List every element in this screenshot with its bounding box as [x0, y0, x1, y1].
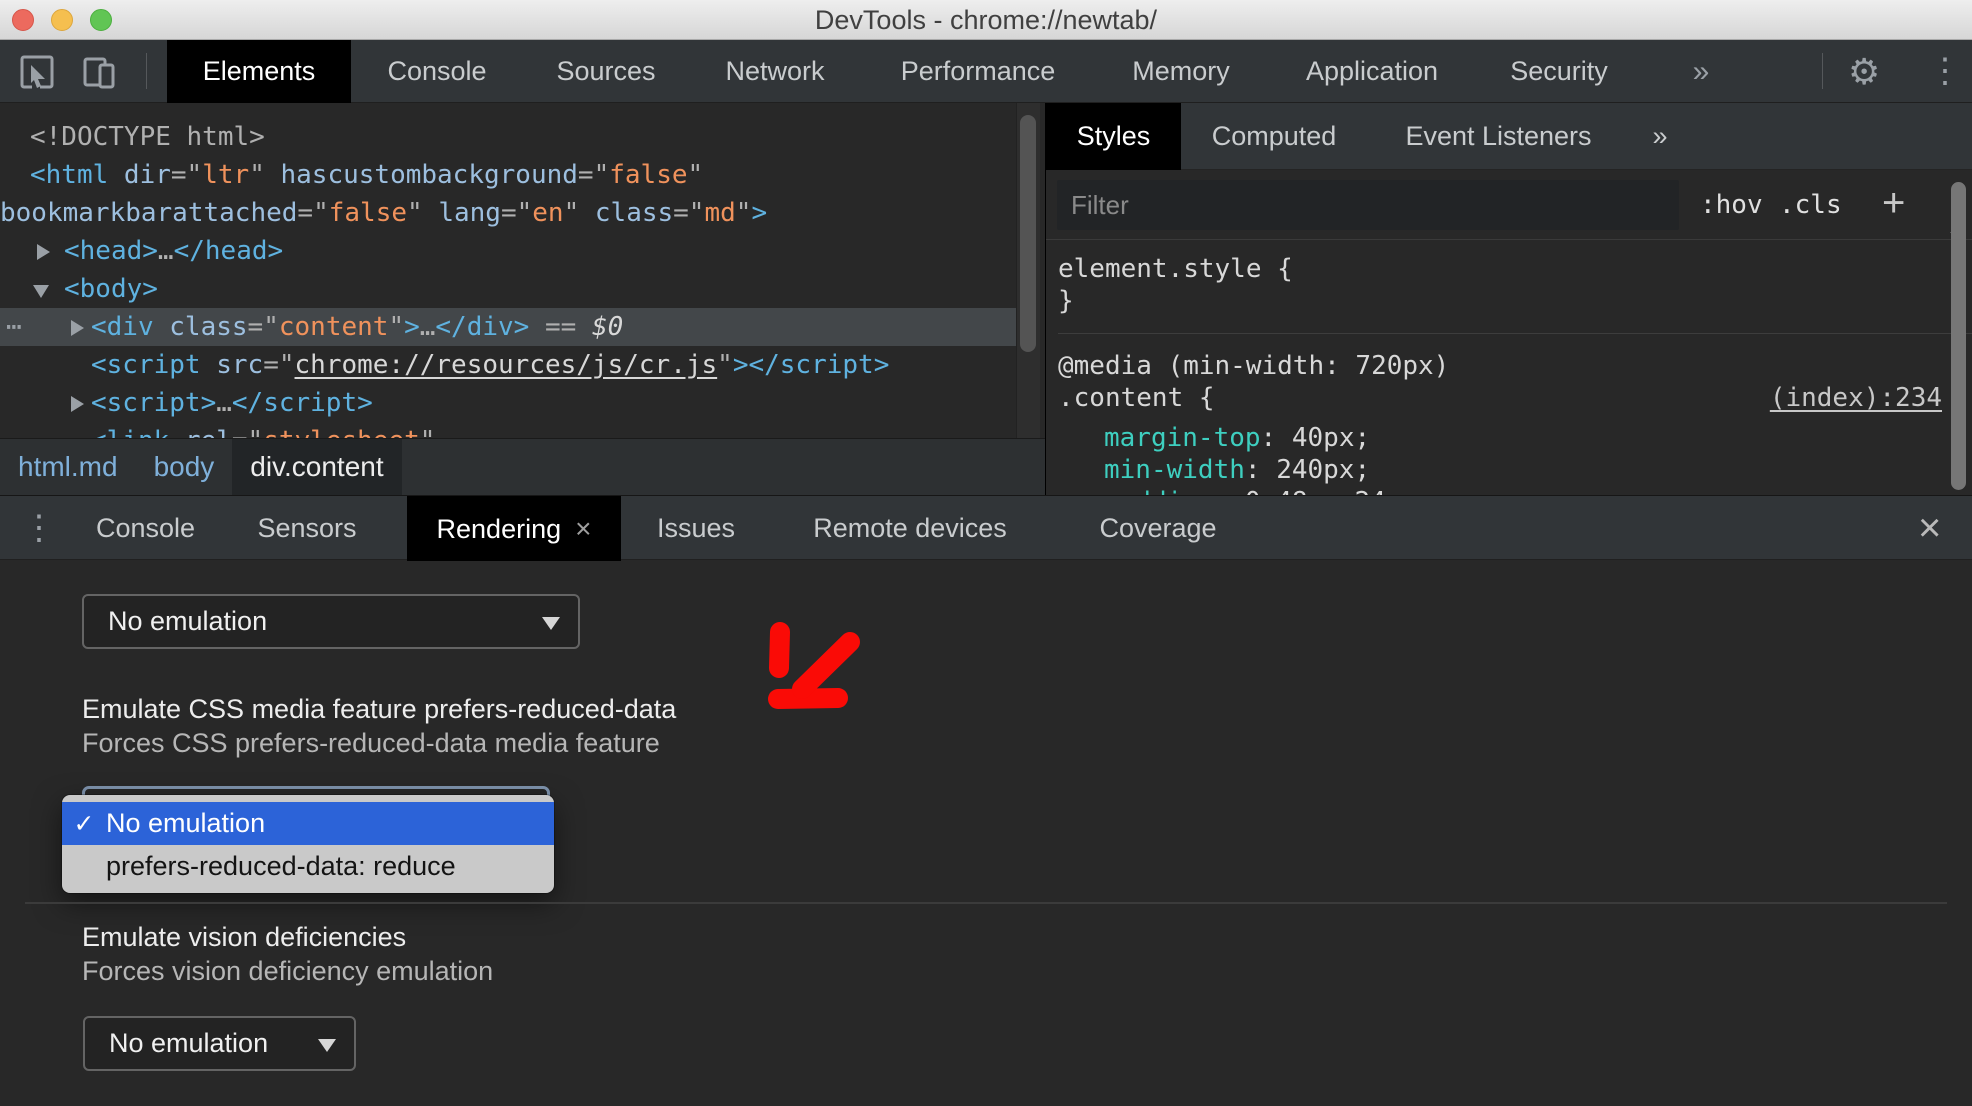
breadcrumb-html[interactable]: html.md — [0, 439, 136, 495]
vision-deficiencies-subtitle: Forces vision deficiency emulation — [82, 956, 494, 986]
tab-computed[interactable]: Computed — [1181, 103, 1367, 170]
tab-application[interactable]: Application — [1267, 40, 1477, 103]
native-select-popup: ✓ No emulation ✓ prefers-reduced-data: r… — [62, 795, 554, 893]
vision-deficiencies-title: Emulate vision deficiencies — [82, 922, 407, 952]
drawer-tab-coverage[interactable]: Coverage — [1062, 496, 1254, 561]
rule-element-style-open[interactable]: element.style { — [1058, 253, 1972, 285]
collapse-arrow-icon[interactable] — [33, 285, 49, 298]
breadcrumb: html.md body div.content — [0, 438, 1045, 495]
dom-tree: <!DOCTYPE html> <html dir="ltr" hascusto… — [0, 103, 1016, 438]
tab-sources[interactable]: Sources — [523, 40, 689, 103]
styles-filter-input[interactable] — [1057, 180, 1679, 230]
tab-performance[interactable]: Performance — [861, 40, 1095, 103]
drawer-tab-console[interactable]: Console — [63, 496, 228, 561]
tab-elements[interactable]: Elements — [167, 40, 351, 103]
expand-arrow-icon[interactable] — [71, 320, 84, 336]
elements-scrollbar-thumb[interactable] — [1020, 115, 1036, 352]
drawer-menu-kebab-icon[interactable]: ⋮ — [22, 496, 56, 561]
toolbar-separator — [1822, 53, 1823, 89]
window-titlebar: DevTools - chrome://newtab/ — [0, 0, 1972, 40]
popup-option-prefers-reduced-data-reduce[interactable]: ✓ prefers-reduced-data: reduce — [62, 845, 554, 888]
settings-gear-icon[interactable]: ⚙ — [1848, 48, 1880, 96]
elements-tree-panel: <!DOCTYPE html> <html dir="ltr" hascusto… — [0, 103, 1045, 438]
popup-option-no-emulation[interactable]: ✓ No emulation — [62, 802, 554, 845]
breadcrumb-div-content[interactable]: div.content — [232, 439, 402, 495]
checkmark-icon: ✓ — [73, 809, 95, 838]
hover-state-toggle[interactable]: :hov — [1700, 170, 1763, 240]
breadcrumb-body[interactable]: body — [136, 439, 233, 495]
rule-divider — [1058, 333, 1972, 334]
tab-event-listeners[interactable]: Event Listeners — [1367, 103, 1630, 170]
new-style-rule-button[interactable]: + — [1882, 170, 1905, 236]
dom-row-script[interactable]: <script>…</script> — [0, 384, 1016, 422]
tab-memory[interactable]: Memory — [1095, 40, 1267, 103]
tab-console[interactable]: Console — [351, 40, 523, 103]
dom-row-script-src[interactable]: <script src="chrome://resources/js/cr.js… — [0, 346, 1016, 384]
styles-scrollbar-thumb[interactable] — [1951, 182, 1966, 490]
dropdown-caret-icon — [542, 616, 560, 630]
css-property-min-width[interactable]: min-width: 240px; — [1104, 454, 1972, 486]
section-separator — [25, 902, 1947, 904]
dom-row-doctype[interactable]: <!DOCTYPE html> — [0, 118, 1016, 156]
window-title: DevTools - chrome://newtab/ — [814, 5, 1158, 35]
drawer-tab-issues[interactable]: Issues — [621, 496, 771, 561]
main-toolbar: Elements Console Sources Network Perform… — [0, 40, 1972, 103]
dom-row-html[interactable]: <html dir="ltr" hascustombackground="fal… — [0, 156, 1016, 232]
dom-gutter-ellipsis-icon[interactable]: ⋯ — [6, 308, 22, 346]
styles-rules: element.style { } @media (min-width: 720… — [1046, 240, 1972, 495]
device-toolbar-icon[interactable] — [80, 53, 118, 91]
tab-styles[interactable]: Styles — [1046, 103, 1181, 170]
styles-overflow-chevron-icon[interactable]: » — [1630, 103, 1690, 170]
css-property-clipped[interactable]: padding: 0 48px 24px; — [1104, 486, 1972, 495]
rule-element-style-close[interactable]: } — [1058, 285, 1972, 317]
stylesheet-source-link[interactable]: (index):234 — [1770, 382, 1942, 414]
drawer-close-icon[interactable]: × — [1918, 496, 1941, 561]
class-toggle[interactable]: .cls — [1779, 170, 1842, 240]
main-menu-kebab-icon[interactable]: ⋮ — [1928, 40, 1962, 103]
dropdown-caret-icon — [318, 1038, 336, 1052]
dom-row-head[interactable]: <head>…</head> — [0, 232, 1016, 270]
devtools-window: DevTools - chrome://newtab/ Elements Con… — [0, 0, 1972, 1106]
drawer-tab-sensors[interactable]: Sensors — [228, 496, 386, 561]
expand-arrow-icon[interactable] — [71, 396, 84, 412]
rule-declarations: margin-top: 40px; min-width: 240px; padd… — [1058, 422, 1972, 495]
emulation-top-select[interactable]: No emulation — [82, 594, 580, 649]
dom-row-div-content-selected[interactable]: ⋯ <div class="content">…</div> == $0 — [0, 308, 1016, 346]
tab-security[interactable]: Security — [1477, 40, 1641, 103]
styles-filter-toolbar: :hov .cls + — [1046, 170, 1972, 240]
rendering-tab-close-icon[interactable]: × — [575, 513, 591, 544]
drawer-tab-remote-devices[interactable]: Remote devices — [771, 496, 1049, 561]
red-arrow-annotation — [768, 622, 860, 709]
rule-content-selector[interactable]: .content { (index):234 — [1058, 382, 1972, 414]
css-media-feature-subtitle: Forces CSS prefers-reduced-data media fe… — [82, 728, 660, 758]
drawer-tab-rendering[interactable]: Rendering × — [407, 496, 621, 561]
vision-deficiency-select[interactable]: No emulation — [83, 1016, 356, 1071]
inspect-element-icon[interactable] — [18, 53, 56, 91]
dom-row-clipped[interactable]: <link rel="stylesheet" href="chrome://re… — [0, 422, 1016, 438]
dom-row-body[interactable]: <body> — [0, 270, 1016, 308]
tab-network[interactable]: Network — [689, 40, 861, 103]
rule-media-query[interactable]: @media (min-width: 720px) — [1058, 350, 1972, 382]
styles-tabbar: Styles Computed Event Listeners » — [1046, 103, 1972, 170]
css-property-margin-top[interactable]: margin-top: 40px; — [1104, 422, 1972, 454]
toolbar-separator — [146, 53, 147, 89]
expand-arrow-icon[interactable] — [37, 244, 50, 260]
styles-sidebar: Styles Computed Event Listeners » :hov .… — [1045, 103, 1972, 495]
css-media-feature-title: Emulate CSS media feature prefers-reduce… — [82, 694, 677, 724]
drawer-toolbar: ⋮ Console Sensors Rendering × Issues Remo… — [0, 495, 1972, 561]
more-tabs-chevron-icon[interactable]: » — [1671, 40, 1731, 103]
